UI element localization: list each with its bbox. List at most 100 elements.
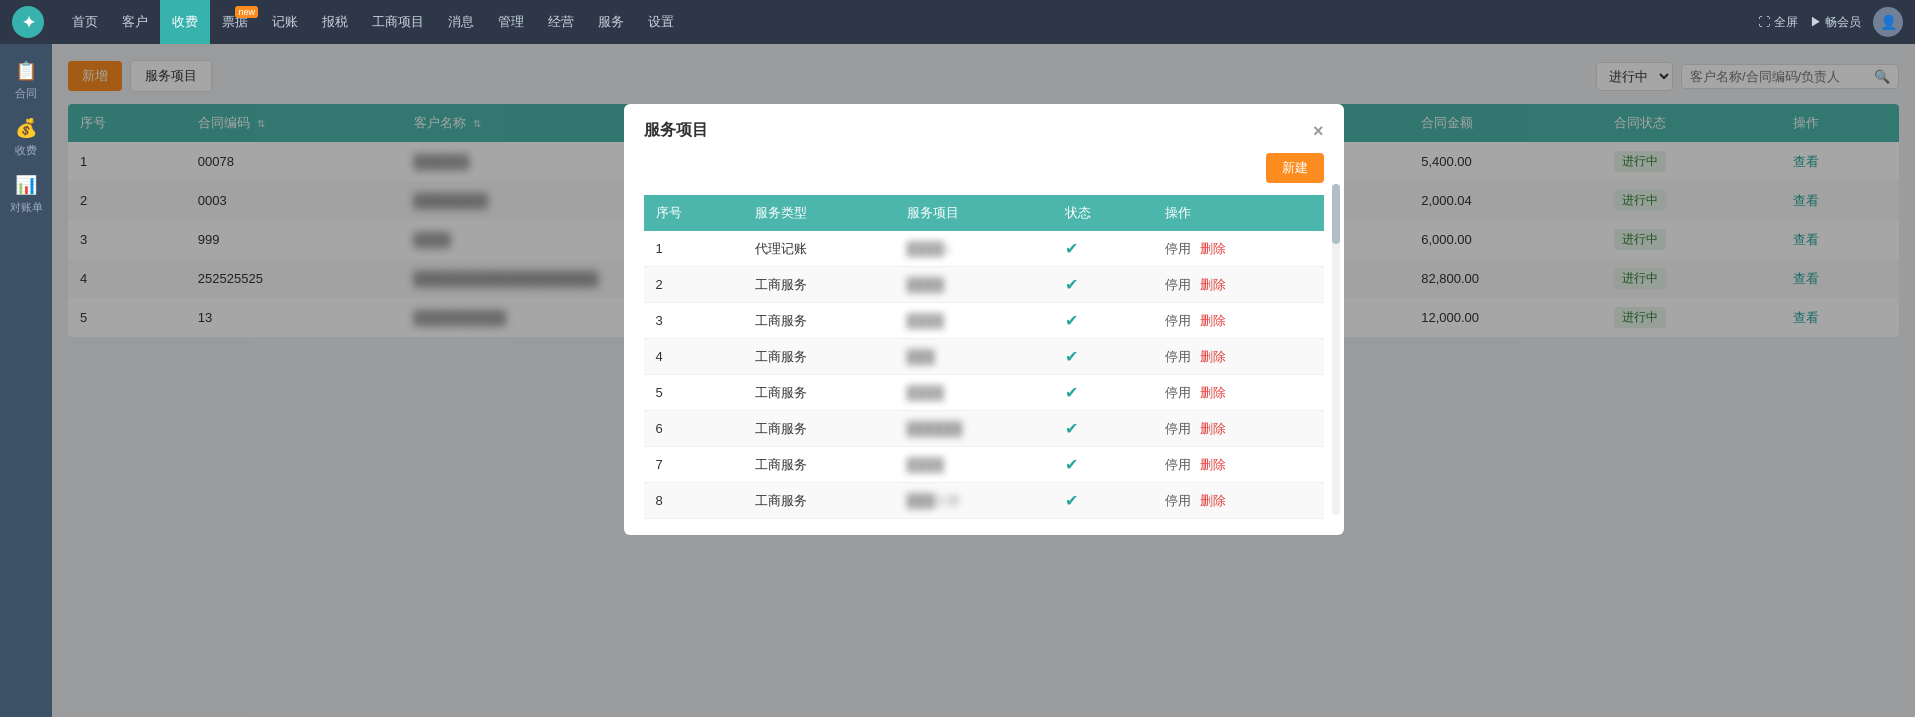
stop-button[interactable]: 停用: [1165, 313, 1191, 328]
stop-button[interactable]: 停用: [1165, 241, 1191, 256]
modal-cell-item: ████1: [895, 231, 1053, 267]
modal-cell-action: 停用 删除: [1153, 231, 1324, 267]
nav-xiaoxi[interactable]: 消息: [436, 0, 486, 44]
list-item: 8 工商服务 ███注册 ✔ 停用 删除: [644, 483, 1324, 519]
fullscreen-btn[interactable]: ⛶ 全屏: [1758, 14, 1797, 31]
duizhangdan-icon: 📊: [15, 174, 37, 196]
modal-cell-type: 工商服务: [743, 303, 895, 339]
modal-cell-status: ✔: [1053, 375, 1153, 411]
modal-cell-type: 工商服务: [743, 411, 895, 447]
list-item: 3 工商服务 ████ ✔ 停用 删除: [644, 303, 1324, 339]
modal-cell-seq: 4: [644, 339, 744, 375]
member-btn[interactable]: ▶ 畅会员: [1810, 14, 1861, 31]
modal-cell-seq: 8: [644, 483, 744, 519]
service-table: 序号 服务类型 服务项目 状态 操作 1 代理记账 ████1 ✔ 停用 删除 …: [644, 195, 1324, 519]
modal-cell-item: ████: [895, 267, 1053, 303]
list-item: 4 工商服务 ███ ✔ 停用 删除: [644, 339, 1324, 375]
delete-button[interactable]: 删除: [1200, 421, 1226, 436]
sidebar: 📋 合同 💰 收费 📊 对账单: [0, 44, 52, 717]
stop-button[interactable]: 停用: [1165, 457, 1191, 472]
modal-cell-action: 停用 删除: [1153, 411, 1324, 447]
modal-toolbar: 新建: [624, 149, 1344, 195]
modal-cell-item: ████: [895, 375, 1053, 411]
list-item: 1 代理记账 ████1 ✔ 停用 删除: [644, 231, 1324, 267]
modal-cell-item: ███: [895, 339, 1053, 375]
service-modal: 服务项目 × 新建 序号 服务类型 服务项目 状态 操作 1 代理记账: [624, 104, 1344, 535]
modal-cell-item: ██████: [895, 411, 1053, 447]
nav-piao[interactable]: 票据 new: [210, 0, 260, 44]
list-item: 2 工商服务 ████ ✔ 停用 删除: [644, 267, 1324, 303]
nav-shoufe[interactable]: 收费: [160, 0, 210, 44]
stop-button[interactable]: 停用: [1165, 385, 1191, 400]
app-logo: ✦: [12, 6, 44, 38]
sidebar-item-hetong[interactable]: 📋 合同: [0, 52, 52, 109]
modal-cell-seq: 1: [644, 231, 744, 267]
modal-cell-action: 停用 删除: [1153, 483, 1324, 519]
delete-button[interactable]: 删除: [1200, 241, 1226, 256]
top-nav-right: ⛶ 全屏 ▶ 畅会员 👤: [1758, 7, 1903, 37]
modal-cell-type: 工商服务: [743, 483, 895, 519]
modal-col-seq: 序号: [644, 195, 744, 231]
modal-cell-action: 停用 删除: [1153, 267, 1324, 303]
modal-col-status: 状态: [1053, 195, 1153, 231]
list-item: 7 工商服务 ████ ✔ 停用 删除: [644, 447, 1324, 483]
modal-cell-seq: 7: [644, 447, 744, 483]
delete-button[interactable]: 删除: [1200, 313, 1226, 328]
modal-cell-type: 工商服务: [743, 447, 895, 483]
modal-cell-type: 工商服务: [743, 339, 895, 375]
modal-title: 服务项目: [644, 120, 708, 141]
nav-fuwu[interactable]: 服务: [586, 0, 636, 44]
nav-jingying[interactable]: 经营: [536, 0, 586, 44]
modal-cell-type: 代理记账: [743, 231, 895, 267]
modal-cell-status: ✔: [1053, 231, 1153, 267]
stop-button[interactable]: 停用: [1165, 349, 1191, 364]
modal-col-action: 操作: [1153, 195, 1324, 231]
stop-button[interactable]: 停用: [1165, 277, 1191, 292]
nav-baoshui[interactable]: 报税: [310, 0, 360, 44]
modal-cell-status: ✔: [1053, 339, 1153, 375]
modal-table-header: 序号 服务类型 服务项目 状态 操作: [644, 195, 1324, 231]
nav-guanli[interactable]: 管理: [486, 0, 536, 44]
nav-gongshang[interactable]: 工商项目: [360, 0, 436, 44]
delete-button[interactable]: 删除: [1200, 493, 1226, 508]
nav-client[interactable]: 客户: [110, 0, 160, 44]
modal-scrollbar-thumb[interactable]: [1332, 184, 1340, 244]
modal-cell-seq: 3: [644, 303, 744, 339]
modal-col-item: 服务项目: [895, 195, 1053, 231]
modal-cell-status: ✔: [1053, 483, 1153, 519]
modal-cell-status: ✔: [1053, 267, 1153, 303]
sidebar-item-duizhangdan[interactable]: 📊 对账单: [0, 166, 52, 223]
delete-button[interactable]: 删除: [1200, 457, 1226, 472]
modal-cell-action: 停用 删除: [1153, 339, 1324, 375]
modal-cell-seq: 2: [644, 267, 744, 303]
nav-jizhang[interactable]: 记账: [260, 0, 310, 44]
delete-button[interactable]: 删除: [1200, 385, 1226, 400]
modal-cell-status: ✔: [1053, 447, 1153, 483]
modal-cell-status: ✔: [1053, 411, 1153, 447]
stop-button[interactable]: 停用: [1165, 493, 1191, 508]
list-item: 5 工商服务 ████ ✔ 停用 删除: [644, 375, 1324, 411]
delete-button[interactable]: 删除: [1200, 277, 1226, 292]
modal-close-button[interactable]: ×: [1313, 122, 1324, 140]
modal-scrollbar[interactable]: [1332, 184, 1340, 515]
nav-shezhi[interactable]: 设置: [636, 0, 686, 44]
modal-cell-type: 工商服务: [743, 267, 895, 303]
shoufe-icon: 💰: [15, 117, 37, 139]
avatar[interactable]: 👤: [1873, 7, 1903, 37]
sidebar-label-hetong: 合同: [15, 86, 37, 101]
modal-col-type: 服务类型: [743, 195, 895, 231]
modal-overlay[interactable]: 服务项目 × 新建 序号 服务类型 服务项目 状态 操作 1 代理记账: [52, 44, 1915, 717]
sidebar-item-shoufe[interactable]: 💰 收费: [0, 109, 52, 166]
list-item: 6 工商服务 ██████ ✔ 停用 删除: [644, 411, 1324, 447]
modal-cell-action: 停用 删除: [1153, 303, 1324, 339]
modal-new-button[interactable]: 新建: [1266, 153, 1324, 183]
sidebar-label-duizhangdan: 对账单: [10, 200, 43, 215]
top-nav: ✦ 首页 客户 收费 票据 new 记账 报税 工商项目 消息 管理 经营 服务…: [0, 0, 1915, 44]
stop-button[interactable]: 停用: [1165, 421, 1191, 436]
delete-button[interactable]: 删除: [1200, 349, 1226, 364]
modal-cell-action: 停用 删除: [1153, 447, 1324, 483]
modal-cell-status: ✔: [1053, 303, 1153, 339]
nav-home[interactable]: 首页: [60, 0, 110, 44]
modal-cell-action: 停用 删除: [1153, 375, 1324, 411]
modal-cell-type: 工商服务: [743, 375, 895, 411]
